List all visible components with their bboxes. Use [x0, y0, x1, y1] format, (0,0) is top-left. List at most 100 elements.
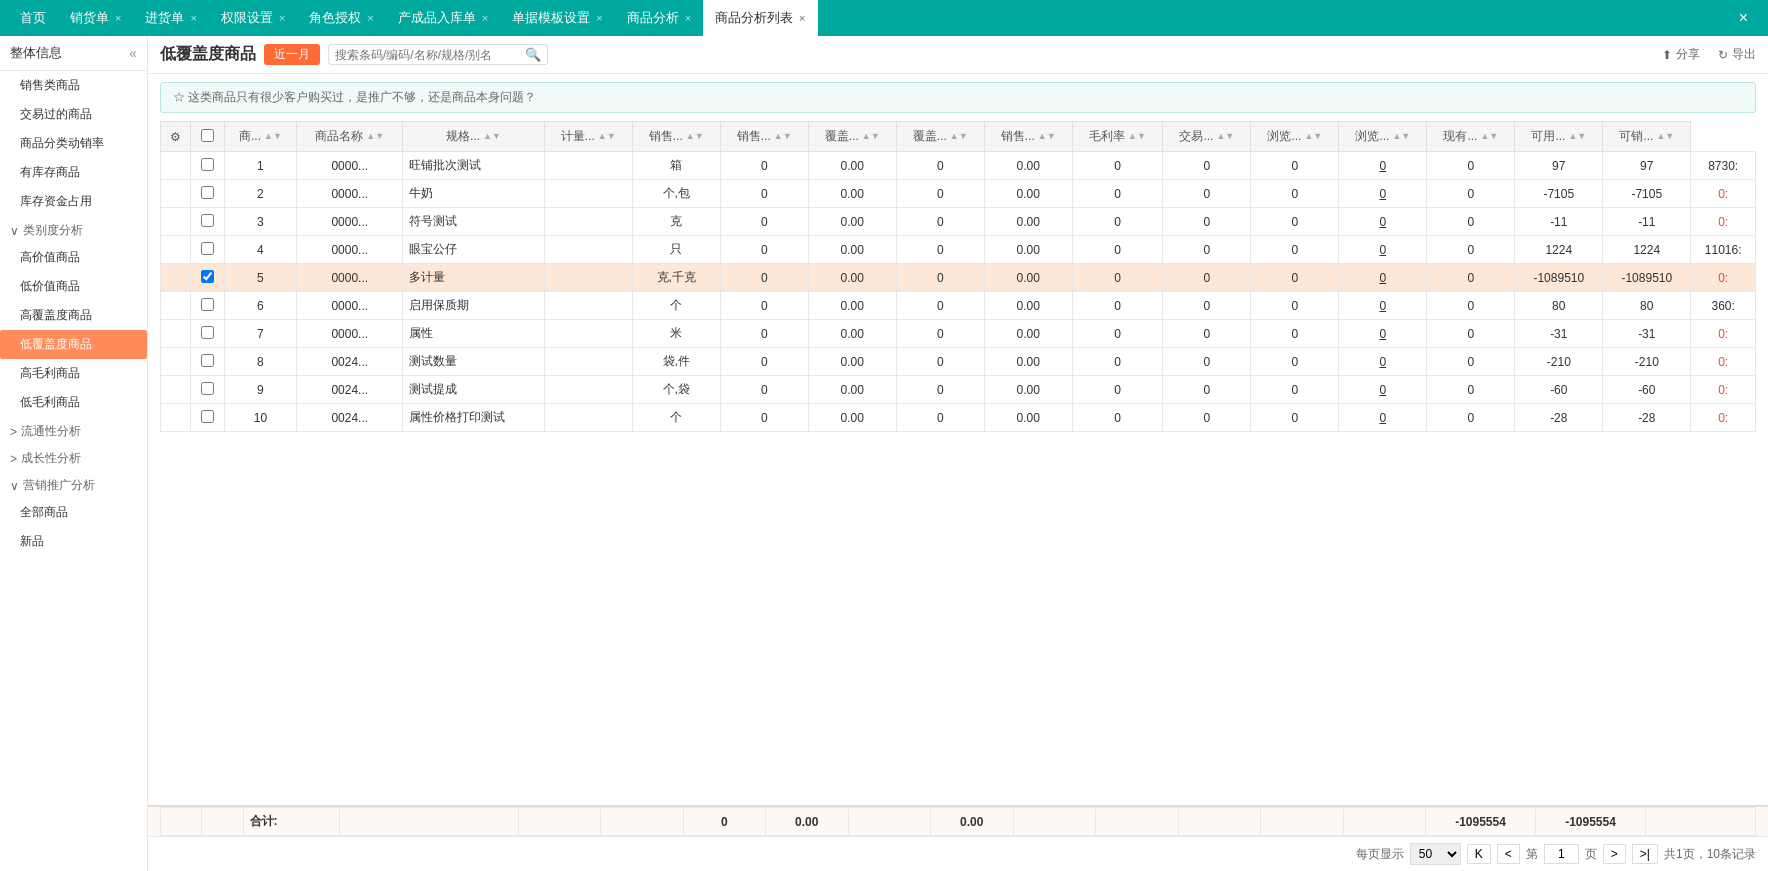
row-checkbox-input[interactable] — [201, 298, 214, 311]
nav-sales-order[interactable]: 销货单 × — [58, 0, 133, 36]
per-page-select[interactable]: 50 20 100 — [1410, 843, 1461, 865]
share-button[interactable]: ⬆ 分享 — [1662, 46, 1700, 63]
sidebar-item-low-coverage[interactable]: 低覆盖度商品 — [0, 330, 147, 359]
row-browse1[interactable]: 0 — [1339, 292, 1427, 320]
browse1-col-header[interactable]: 浏览...▲▼ — [1251, 122, 1339, 152]
row-browse1[interactable]: 0 — [1339, 180, 1427, 208]
sidebar-item-high-value[interactable]: 高价值商品 — [0, 243, 147, 272]
unit-col-header[interactable]: 计量...▲▼ — [544, 122, 632, 152]
page-number-input[interactable] — [1544, 844, 1579, 864]
sidebar-item-low-value[interactable]: 低价值商品 — [0, 272, 147, 301]
row-checkbox[interactable] — [191, 348, 225, 376]
sidebar-item-high-margin[interactable]: 高毛利商品 — [0, 359, 147, 388]
nav-product-analysis[interactable]: 商品分析 × — [615, 0, 703, 36]
next-page-button[interactable]: > — [1603, 844, 1626, 864]
row-checkbox[interactable] — [191, 236, 225, 264]
sidebar-item-stocked-goods[interactable]: 有库存商品 — [0, 158, 147, 187]
close-icon[interactable]: × — [367, 12, 373, 24]
sidebar-item-traded-goods[interactable]: 交易过的商品 — [0, 100, 147, 129]
row-checkbox[interactable] — [191, 208, 225, 236]
nav-product-analysis-list[interactable]: 商品分析列表 × — [703, 0, 817, 36]
close-icon[interactable]: × — [115, 12, 121, 24]
close-icon[interactable]: × — [190, 12, 196, 24]
row-checkbox[interactable] — [191, 376, 225, 404]
export-button[interactable]: ↻ 导出 — [1718, 46, 1756, 63]
nav-product-entry[interactable]: 产成品入库单 × — [386, 0, 500, 36]
row-browse1[interactable]: 0 — [1339, 152, 1427, 180]
row-checkbox-input[interactable] — [201, 158, 214, 171]
window-close-button[interactable]: × — [1727, 9, 1760, 27]
close-icon[interactable]: × — [799, 12, 805, 24]
row-checkbox-input[interactable] — [201, 242, 214, 255]
gross-margin-col-header[interactable]: 毛利率▲▼ — [1072, 122, 1163, 152]
nav-doc-template[interactable]: 单据模板设置 × — [500, 0, 614, 36]
coverage2-col-header[interactable]: 覆盖...▲▼ — [896, 122, 984, 152]
sidebar-item-low-margin[interactable]: 低毛利商品 — [0, 388, 147, 417]
sidebar-group-category-analysis[interactable]: ∨ 类别度分析 — [0, 216, 147, 243]
row-browse1[interactable]: 0 — [1339, 404, 1427, 432]
coverage1-col-header[interactable]: 覆盖...▲▼ — [808, 122, 896, 152]
sidebar-group-growth[interactable]: > 成长性分析 — [0, 444, 147, 471]
sales1-col-header[interactable]: 销售...▲▼ — [632, 122, 720, 152]
sidebar-item-sales-goods[interactable]: 销售类商品 — [0, 71, 147, 100]
row-browse1[interactable]: 0 — [1339, 348, 1427, 376]
row-sales3: 0 — [1072, 376, 1163, 404]
sidebar-item-inventory-capital[interactable]: 库存资金占用 — [0, 187, 147, 216]
sidebar-item-all-goods[interactable]: 全部商品 — [0, 498, 147, 527]
last-page-button[interactable]: >| — [1632, 844, 1658, 864]
nav-home[interactable]: 首页 — [8, 0, 58, 36]
nav-role-auth[interactable]: 角色授权 × — [297, 0, 385, 36]
row-checkbox[interactable] — [191, 292, 225, 320]
row-checkbox-input[interactable] — [201, 410, 214, 423]
close-icon[interactable]: × — [596, 12, 602, 24]
close-icon[interactable]: × — [482, 12, 488, 24]
row-checkbox-input[interactable] — [201, 186, 214, 199]
row-checkbox-input[interactable] — [201, 354, 214, 367]
sidebar-item-category-rate[interactable]: 商品分类动销率 — [0, 129, 147, 158]
row-checkbox[interactable] — [191, 180, 225, 208]
settings-col-header[interactable]: ⚙ — [161, 122, 191, 152]
code-col-header[interactable]: 商...▲▼ — [224, 122, 296, 152]
row-browse1[interactable]: 0 — [1339, 376, 1427, 404]
prev-page-button[interactable]: < — [1497, 844, 1520, 864]
first-page-button[interactable]: K — [1467, 844, 1491, 864]
row-browse1[interactable]: 0 — [1339, 236, 1427, 264]
nav-purchase-order[interactable]: 进货单 × — [133, 0, 208, 36]
sidebar-group-marketing[interactable]: ∨ 营销推广分析 — [0, 471, 147, 498]
trade-col-header[interactable]: 交易...▲▼ — [1163, 122, 1251, 152]
row-code: 0024... — [297, 376, 403, 404]
time-filter-button[interactable]: 近一月 — [264, 44, 320, 65]
row-checkbox[interactable] — [191, 320, 225, 348]
sellable-col-header[interactable]: 可销...▲▼ — [1603, 122, 1691, 152]
checkbox-col-header[interactable] — [191, 122, 225, 152]
row-checkbox[interactable] — [191, 152, 225, 180]
row-checkbox[interactable] — [191, 264, 225, 292]
spec-col-header[interactable]: 规格...▲▼ — [403, 122, 544, 152]
search-icon[interactable]: 🔍 — [525, 47, 541, 62]
close-icon[interactable]: × — [685, 12, 691, 24]
sidebar-item-new-goods[interactable]: 新品 — [0, 527, 147, 556]
search-input[interactable] — [335, 48, 521, 62]
browse2-col-header[interactable]: 浏览...▲▼ — [1339, 122, 1427, 152]
row-browse1[interactable]: 0 — [1339, 320, 1427, 348]
sidebar-group-circulation[interactable]: > 流通性分析 — [0, 417, 147, 444]
nav-permissions[interactable]: 权限设置 × — [209, 0, 297, 36]
current-col-header[interactable]: 现有...▲▼ — [1427, 122, 1515, 152]
close-icon[interactable]: × — [279, 12, 285, 24]
row-checkbox-input[interactable] — [201, 326, 214, 339]
sales3-col-header[interactable]: 销售...▲▼ — [984, 122, 1072, 152]
sales2-col-header[interactable]: 销售...▲▼ — [720, 122, 808, 152]
row-browse1[interactable]: 0 — [1339, 208, 1427, 236]
name-col-header[interactable]: 商品名称▲▼ — [297, 122, 403, 152]
select-all-checkbox[interactable] — [201, 129, 214, 142]
row-checkbox[interactable] — [191, 404, 225, 432]
row-checkbox-input[interactable] — [201, 270, 214, 283]
row-browse1[interactable]: 0 — [1339, 264, 1427, 292]
table-container[interactable]: ⚙ 商...▲▼ 商品名称▲▼ 规格...▲▼ 计量...▲▼ 销售...▲▼ … — [148, 121, 1768, 805]
usable-col-header[interactable]: 可用...▲▼ — [1515, 122, 1603, 152]
sidebar-item-high-coverage[interactable]: 高覆盖度商品 — [0, 301, 147, 330]
row-checkbox-input[interactable] — [201, 214, 214, 227]
row-checkbox-input[interactable] — [201, 382, 214, 395]
collapse-button[interactable]: « — [129, 45, 137, 61]
row-usable: 97 — [1603, 152, 1691, 180]
